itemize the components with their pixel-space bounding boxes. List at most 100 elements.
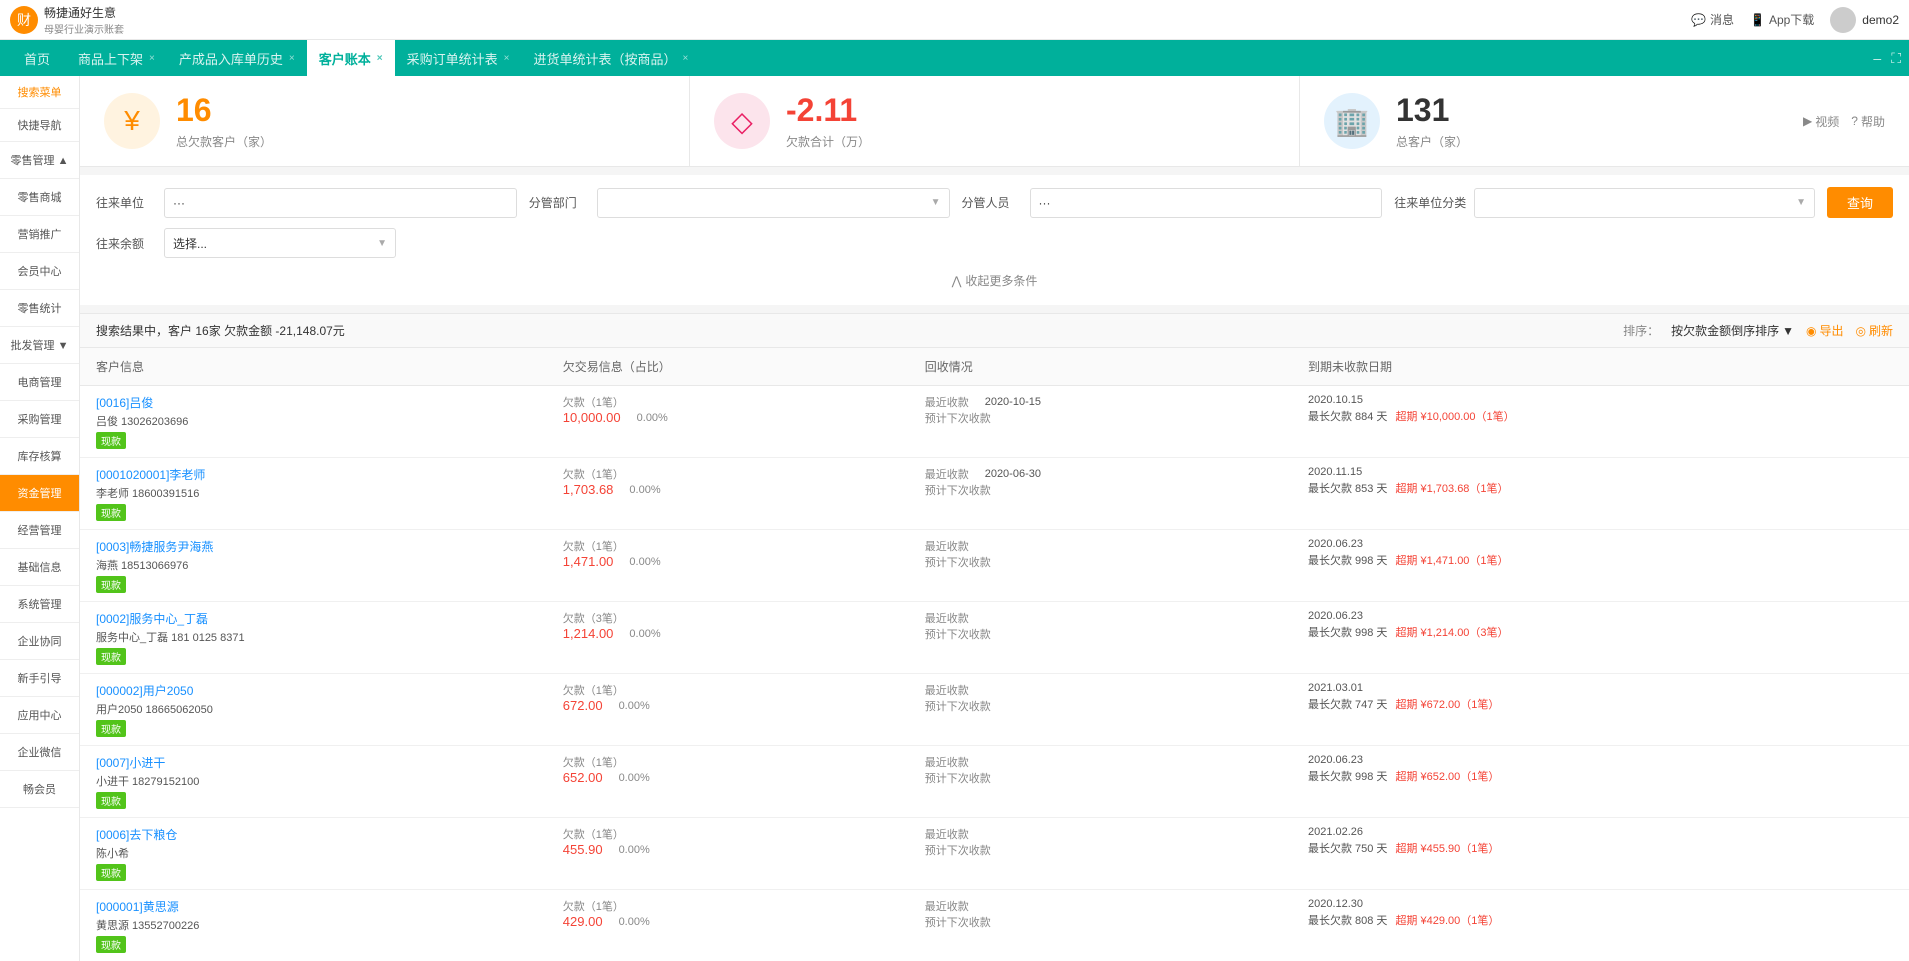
debt-amount-2: 1,471.00 [563, 554, 614, 569]
debt-note-3: 欠款（3笔） [563, 610, 893, 626]
sidebar-item-ecommerce[interactable]: 电商管理 [0, 364, 79, 401]
cell-customer-3: [0002]服务中心_丁磊 服务中心_丁磊 181 0125 8371 现款 [80, 602, 547, 674]
customer-name-3[interactable]: [0002]服务中心_丁磊 [96, 610, 531, 627]
sidebar-item-app-center-label: 应用中心 [0, 707, 79, 723]
tab-purchase[interactable]: 采购订单统计表 × [395, 40, 522, 76]
overdue-date-3: 2020.06.23 [1308, 610, 1893, 622]
overdue-amount-3[interactable]: 超期 ¥1,214.00（3笔） [1395, 624, 1508, 640]
tab-customer-account[interactable]: 客户账本 × [307, 40, 395, 76]
overdue-amount-4[interactable]: 超期 ¥672.00（1笔） [1395, 696, 1499, 712]
th-customer-info: 客户信息 [80, 348, 547, 386]
tab-products-close[interactable]: × [149, 53, 155, 64]
export-btn[interactable]: ◉ 导出 [1806, 322, 1844, 339]
overdue-amount-7[interactable]: 超期 ¥429.00（1笔） [1395, 912, 1499, 928]
category-select[interactable]: ▼ [1474, 188, 1815, 218]
stat-label-debt-customers: 总欠款客户（家） [176, 133, 272, 150]
sidebar-item-wechat[interactable]: 企业微信 [0, 734, 79, 771]
sidebar-item-app-center[interactable]: 应用中心 [0, 697, 79, 734]
sidebar-item-wholesale[interactable]: 批发管理 ▼ [0, 327, 79, 364]
customer-tag-0: 现款 [96, 432, 126, 449]
maximize-btn[interactable]: ⛶ [1891, 50, 1901, 67]
sidebar-item-member[interactable]: 会员中心 [0, 253, 79, 290]
sidebar-item-retail-stats[interactable]: 零售统计 [0, 290, 79, 327]
content-area: ¥ 16 总欠款客户（家） ◇ -2.11 欠款合计（万） 🏢 131 总客户（… [80, 76, 1909, 961]
sidebar-item-operations[interactable]: 经营管理 [0, 512, 79, 549]
sidebar-item-retail-stats-label: 零售统计 [0, 300, 79, 316]
video-btn[interactable]: ▶ 视频 [1803, 113, 1839, 130]
sidebar-item-base-info[interactable]: 基础信息 [0, 549, 79, 586]
customer-name-6[interactable]: [0006]去下粮仓 [96, 826, 531, 843]
sort-select[interactable]: 按欠款金额倒序排序 ▼ [1671, 322, 1794, 339]
stat-label-debt-amount: 欠款合计（万） [786, 133, 870, 150]
customer-name-1[interactable]: [0001020001]李老师 [96, 466, 531, 483]
payment-label-5: 最近收款 [925, 754, 969, 770]
dept-select[interactable]: ▼ [597, 188, 950, 218]
user-menu[interactable]: demo2 [1830, 7, 1899, 33]
app-download-btn[interactable]: 📱 App下载 [1750, 11, 1814, 28]
sidebar-item-system[interactable]: 系统管理 [0, 586, 79, 623]
customer-tag-2: 现款 [96, 576, 126, 593]
nav-tabs-actions: – ⛶ [1873, 50, 1901, 67]
help-btn[interactable]: ? 帮助 [1851, 113, 1885, 130]
balance-arrow: ▼ [377, 238, 387, 249]
tab-goods-stats-close[interactable]: × [682, 53, 688, 64]
customer-tag-5: 现款 [96, 792, 126, 809]
tab-home[interactable]: 首页 [8, 40, 66, 76]
overdue-days-2: 最长欠款 998 天 [1308, 552, 1387, 568]
tab-goods-stats-label: 进货单统计表（按商品） [533, 49, 676, 68]
customer-phone-7: 黄思源 13552700226 [96, 917, 531, 933]
stat-icon-debt: ¥ [104, 93, 160, 149]
app-download-label: App下载 [1769, 11, 1814, 28]
tab-production[interactable]: 产成品入库单历史 × [167, 40, 307, 76]
sidebar-quick-nav[interactable]: 快捷导航 [0, 109, 79, 142]
tab-customer-close[interactable]: × [377, 53, 383, 64]
collapse-label: 收起更多条件 [965, 272, 1037, 289]
sidebar-item-inventory[interactable]: 库存核算 [0, 438, 79, 475]
overdue-amount-5[interactable]: 超期 ¥652.00（1笔） [1395, 768, 1499, 784]
customer-name-7[interactable]: [000001]黄思源 [96, 898, 531, 915]
sidebar-item-retail-mgmt[interactable]: 零售管理 ▲ [0, 142, 79, 179]
manager-input[interactable]: ··· [1030, 188, 1383, 218]
sidebar-item-finance[interactable]: 资金管理 [0, 475, 79, 512]
customer-count: 16家 [195, 324, 220, 338]
filter-area: 往来单位 ··· 分管部门 ▼ 分管人员 ··· [80, 175, 1909, 305]
customer-phone-3: 服务中心_丁磊 181 0125 8371 [96, 629, 531, 645]
balance-select[interactable]: 选择... ▼ [164, 228, 396, 258]
customer-name-4[interactable]: [000002]用户2050 [96, 682, 531, 699]
overdue-amount-2[interactable]: 超期 ¥1,471.00（1笔） [1395, 552, 1508, 568]
debt-amount-5: 652.00 [563, 770, 603, 785]
results-prefix: 搜索结果中，客户 [96, 324, 192, 338]
th-debt-info: 欠交易信息（占比） [547, 348, 909, 386]
minimize-btn[interactable]: – [1873, 50, 1881, 67]
customer-name-2[interactable]: [0003]畅捷服务尹海燕 [96, 538, 531, 555]
cell-payment-3: 最近收款 预计下次收款 [909, 602, 1292, 674]
customer-name-5[interactable]: [0007]小进干 [96, 754, 531, 771]
sidebar-item-guide-label: 新手引导 [0, 670, 79, 686]
sidebar-item-vip[interactable]: 畅会员 [0, 771, 79, 808]
collapse-btn[interactable]: ⋀ 收起更多条件 [96, 268, 1893, 293]
debt-percent-4: 0.00% [619, 700, 650, 712]
next-payment-2: 预计下次收款 [925, 554, 1276, 570]
sidebar-item-guide[interactable]: 新手引导 [0, 660, 79, 697]
sidebar-item-marketing[interactable]: 营销推广 [0, 216, 79, 253]
sidebar-item-collab[interactable]: 企业协同 [0, 623, 79, 660]
tab-production-close[interactable]: × [289, 53, 295, 64]
search-button[interactable]: 查询 [1827, 187, 1893, 218]
tab-goods-stats[interactable]: 进货单统计表（按商品） × [521, 40, 700, 76]
tab-purchase-close[interactable]: × [504, 53, 510, 64]
messages-btn[interactable]: 💬 消息 [1691, 11, 1734, 28]
sidebar-search[interactable]: 搜索菜单 [0, 76, 79, 109]
overdue-amount-1[interactable]: 超期 ¥1,703.68（1笔） [1395, 480, 1508, 496]
dept-arrow: ▼ [931, 197, 941, 208]
sidebar-item-retail-mall[interactable]: 零售商城 [0, 179, 79, 216]
counterparty-input[interactable]: ··· [164, 188, 517, 218]
next-payment-3: 预计下次收款 [925, 626, 1276, 642]
customer-name-0[interactable]: [0016]吕俊 [96, 394, 531, 411]
sort-arrow: ▼ [1782, 324, 1794, 338]
overdue-amount-0[interactable]: 超期 ¥10,000.00（1笔） [1395, 408, 1514, 424]
sidebar-item-purchase[interactable]: 采购管理 [0, 401, 79, 438]
next-payment-6: 预计下次收款 [925, 842, 1276, 858]
refresh-btn[interactable]: ◎ 刷新 [1856, 322, 1894, 339]
tab-products[interactable]: 商品上下架 × [66, 40, 167, 76]
overdue-amount-6[interactable]: 超期 ¥455.90（1笔） [1395, 840, 1499, 856]
